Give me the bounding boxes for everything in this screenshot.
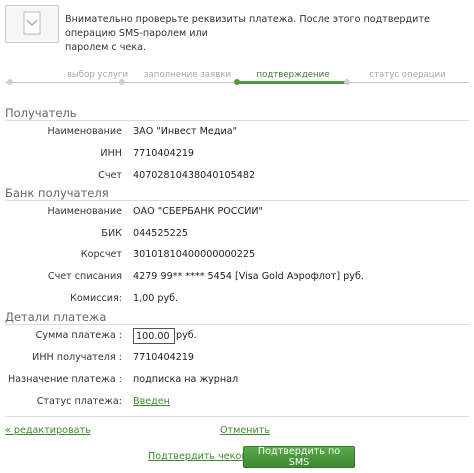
amount-currency: руб. [176,330,197,341]
details-divider [5,324,469,325]
recipient-inn-detail-label: ИНН получателя : [32,352,122,363]
recipient-title: Получатель [5,106,77,120]
bank-name-label: Наименование [47,206,122,217]
amount-input[interactable] [133,328,175,344]
recipient-account-value: 40702810438040105482 [133,170,256,181]
steps-track-active [237,81,347,84]
progress-steps: выбор услуги заполнение заявки подтвержд… [0,70,474,92]
recipient-name-value: ЗАО "Инвест Медиа" [133,126,237,137]
bank-title: Банк получателя [5,186,109,200]
receipt-icon [5,5,59,43]
edit-link[interactable]: « редактировать [5,425,91,436]
status-link[interactable]: Введен [133,396,170,407]
bank-corr-label: Корсчет [80,249,122,260]
step-fill-form: заполнение заявки [143,70,232,80]
recipient-inn-label: ИНН [100,148,122,159]
fee-label: Комиссия: [70,293,122,304]
step-operation-status: статус операции [369,70,446,80]
debit-account-label: Счет списания [47,271,122,282]
step-select-service: выбор услуги [66,70,129,80]
step-dot-4 [344,79,350,85]
confirm-sms-button[interactable]: Подтвердить по SMS [243,446,355,468]
purpose-value: подписка на журнал [133,374,239,385]
recipient-inn-detail-value: 7710404219 [133,352,195,363]
recipient-divider [5,120,469,121]
recipient-name-label: Наименование [47,126,122,137]
cancel-link[interactable]: Отменить [220,425,270,436]
fee-value: 1,00 руб. [133,293,179,304]
details-title: Детали платежа [5,310,107,324]
confirm-check-link[interactable]: Подтвердить чеком [148,451,249,462]
bank-bik-value: 044525225 [133,228,188,239]
bank-divider [5,200,469,201]
amount-label: Сумма платежа : [35,330,122,341]
debit-account-value: 4279 99** **** 5454 [Visa Gold Аэрофлот]… [133,271,364,282]
recipient-account-label: Счет [98,170,122,181]
notice-line-2: паролем с чека. [65,42,147,53]
bank-bik-label: БИК [101,228,122,239]
bank-name-value: ОАО "СБЕРБАНК РОССИИ" [133,206,263,217]
actions-divider [5,416,469,417]
purpose-label: Назначение платежа : [8,374,122,385]
step-confirmation: подтверждение [256,70,330,80]
confirmation-notice: Внимательно проверьте реквизиты платежа.… [65,13,465,55]
status-label: Статус платежа: [36,396,122,407]
recipient-inn-value: 7710404219 [133,148,195,159]
bank-corr-value: 30101810400000000225 [133,249,256,260]
step-dot-1 [7,79,13,85]
notice-line-1: Внимательно проверьте реквизиты платежа.… [65,14,430,39]
